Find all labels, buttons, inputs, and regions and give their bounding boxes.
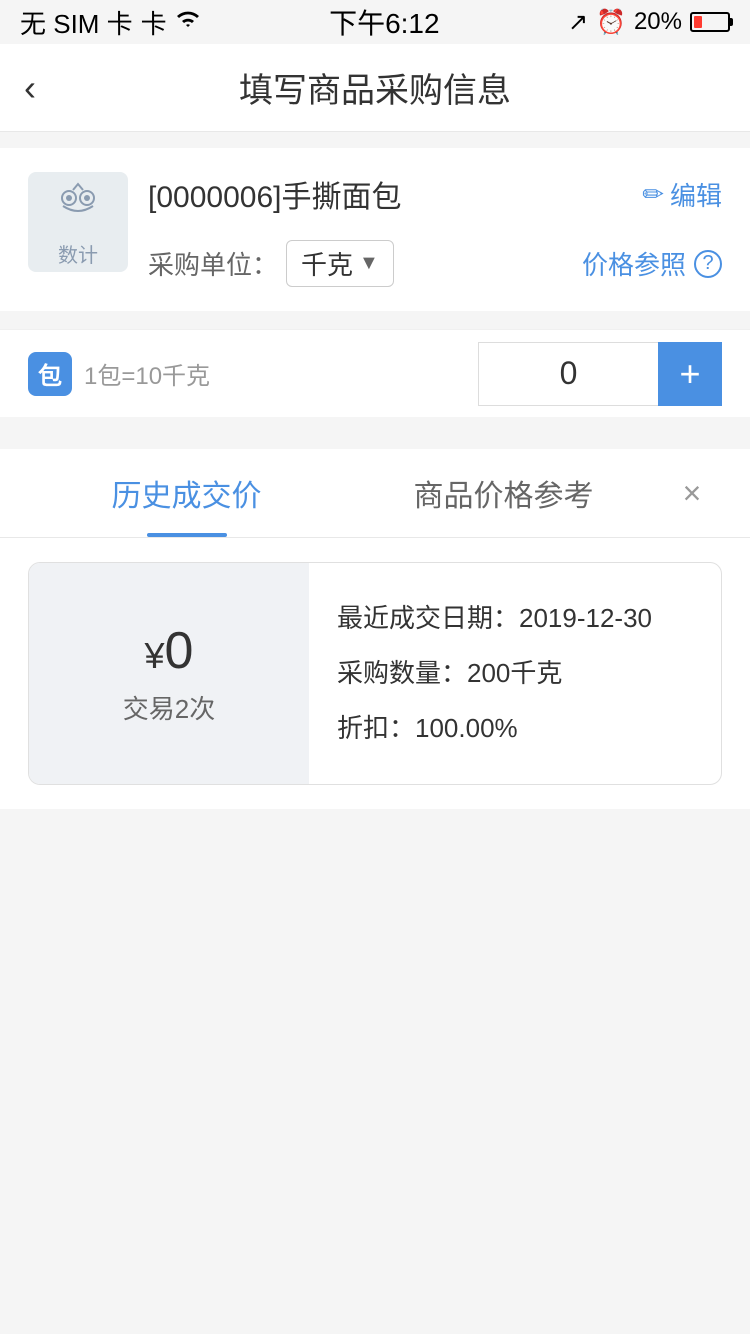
product-header: [0000006]手撕面包 ✏ 编辑	[148, 172, 722, 216]
edit-icon: ✏	[642, 179, 664, 210]
detail-date-label: 最近成交日期：	[337, 603, 519, 633]
product-info: [0000006]手撕面包 ✏ 编辑 采购单位： 千克 ▼ 价格参照 ?	[148, 172, 722, 287]
increment-button[interactable]: +	[658, 342, 722, 406]
detail-date-value: 2019-12-30	[519, 603, 652, 633]
status-carrier: 无 SIM 卡 卡	[20, 4, 201, 41]
nav-bar: ‹ 填写商品采购信息	[0, 44, 750, 132]
quantity-section: 包 1包=10千克 +	[0, 329, 750, 417]
product-card: 数计 [0000006]手撕面包 ✏ 编辑 采购单位： 千克 ▼ 价格参照 ?	[0, 148, 750, 311]
detail-row-discount: 折扣：100.00%	[337, 709, 693, 748]
detail-discount-value: 100.00%	[415, 713, 518, 743]
wifi-icon	[175, 7, 201, 38]
history-card: ¥0 交易2次 最近成交日期：2019-12-30 采购数量：200千克 折扣：…	[28, 562, 722, 785]
tab-active-indicator	[147, 533, 227, 537]
tab-history-price[interactable]: 历史成交价	[28, 449, 345, 537]
alarm-icon: ⏰	[596, 8, 626, 37]
section-separator-2	[0, 417, 750, 433]
tab-product-label: 商品价格参考	[414, 471, 594, 515]
status-time: 下午6:12	[329, 2, 440, 42]
chevron-down-icon: ▼	[359, 252, 379, 275]
battery-icon	[690, 12, 730, 32]
product-unit-row: 采购单位： 千克 ▼ 价格参照 ?	[148, 240, 722, 287]
trade-count: 交易2次	[123, 689, 215, 726]
history-price-side: ¥0 交易2次	[29, 563, 309, 784]
carrier-text: 无 SIM 卡	[20, 4, 133, 41]
status-right-group: ↗ ⏰ 20%	[568, 8, 730, 37]
unit-badge: 包	[28, 352, 72, 396]
tab-history-label: 历史成交价	[112, 471, 262, 515]
detail-row-qty: 采购数量：200千克	[337, 654, 693, 693]
tab-product-price[interactable]: 商品价格参考	[345, 449, 662, 537]
product-image: 数计	[28, 172, 128, 272]
history-content: ¥0 交易2次 最近成交日期：2019-12-30 采购数量：200千克 折扣：…	[0, 538, 750, 809]
history-price: ¥0	[145, 621, 194, 681]
product-name: [0000006]手撕面包	[148, 172, 401, 216]
location-icon: ↗	[568, 8, 588, 37]
quantity-input[interactable]	[478, 342, 658, 406]
unit-select[interactable]: 千克 ▼	[286, 240, 394, 287]
detail-row-date: 最近成交日期：2019-12-30	[337, 599, 693, 638]
unit-desc: 1包=10千克	[84, 356, 210, 391]
quantity-input-group: +	[478, 342, 722, 406]
product-image-subtext: 数计	[58, 239, 98, 268]
edit-button[interactable]: ✏ 编辑	[642, 176, 722, 213]
tab-section: 历史成交价 商品价格参考 × ¥0 交易2次 最近成交日期：2019-12-30…	[0, 449, 750, 809]
tab-header: 历史成交价 商品价格参考 ×	[0, 449, 750, 538]
detail-qty-label: 采购数量：	[337, 658, 467, 688]
back-button[interactable]: ‹	[24, 67, 36, 109]
quantity-unit-info: 包 1包=10千克	[28, 352, 210, 396]
sim-icon: 卡	[141, 4, 167, 41]
currency-symbol: ¥	[145, 635, 165, 676]
status-bar: 无 SIM 卡 卡 下午6:12 ↗ ⏰ 20%	[0, 0, 750, 44]
section-separator-1	[0, 311, 750, 327]
product-image-icon	[53, 176, 103, 235]
price-value: 0	[165, 622, 194, 680]
info-icon: ?	[694, 250, 722, 278]
unit-value: 千克	[301, 245, 353, 282]
edit-label: 编辑	[670, 176, 722, 213]
page-title: 填写商品采购信息	[239, 63, 511, 112]
unit-label: 采购单位：	[148, 245, 278, 282]
tab-close-button[interactable]: ×	[662, 463, 722, 523]
history-detail-side: 最近成交日期：2019-12-30 采购数量：200千克 折扣：100.00%	[309, 563, 721, 784]
battery-percent: 20%	[634, 8, 682, 36]
price-ref-label: 价格参照	[582, 245, 686, 282]
price-reference-button[interactable]: 价格参照 ?	[582, 245, 722, 282]
detail-discount-label: 折扣：	[337, 713, 415, 743]
detail-qty-value: 200千克	[467, 658, 562, 688]
